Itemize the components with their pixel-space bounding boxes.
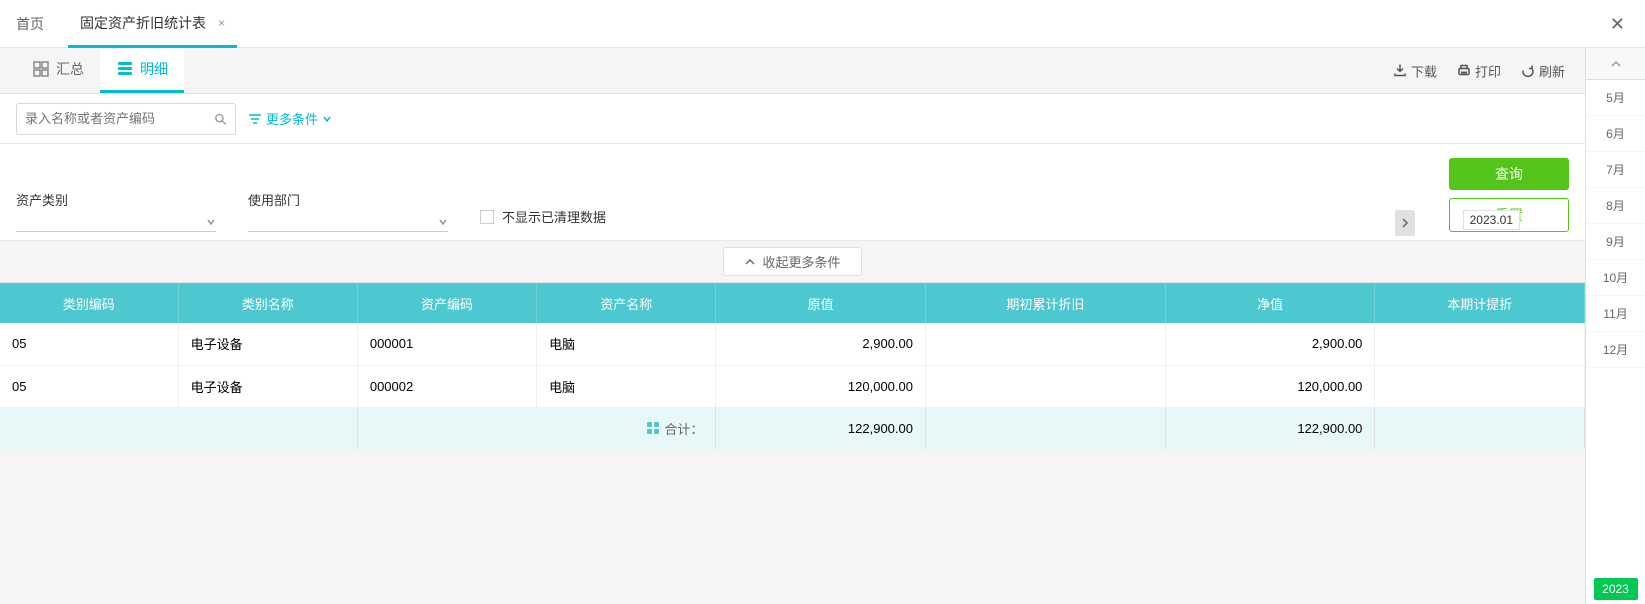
footer-total-initial-dep [926,407,1166,449]
table-row: 05 电子设备 000001 电脑 2,900.00 2,900.00 [0,323,1585,365]
row2-category-code: 05 [0,365,178,407]
search-wrap[interactable] [16,103,236,135]
th-net-value: 净值 [1165,283,1375,323]
download-icon [1393,64,1407,78]
tab-summary[interactable]: 汇总 [16,48,100,93]
more-filter-btn[interactable]: 更多条件 [248,109,332,128]
tabs-row: 汇总 明细 下载 打印 刷新 [0,48,1585,94]
hide-cleared-label: 不显示已清理数据 [502,207,606,226]
refresh-icon [1521,64,1535,78]
active-tab[interactable]: 固定资产折旧统计表 × [68,1,237,48]
row2-asset-name: 电脑 [537,365,716,407]
department-field: 使用部门 [248,190,448,232]
th-original-value: 原值 [716,283,926,323]
checkbox-box[interactable] [480,210,494,224]
timeline-month-6[interactable]: 6月 [1586,116,1645,152]
total-text: 合计： [664,419,703,438]
asset-category-field: 资产类别 [16,190,216,232]
asset-category-label: 资产类别 [16,190,216,209]
row1-category-name: 电子设备 [178,323,357,365]
table-container: 类别编码 类别名称 资产编码 资产名称 原值 期初累计折旧 净值 本期计提折 0… [0,283,1585,449]
department-chevron [438,217,448,227]
footer-total-current-dep [1375,407,1585,449]
table-header-row: 类别编码 类别名称 资产编码 资产名称 原值 期初累计折旧 净值 本期计提折 [0,283,1585,323]
filter-fields: 资产类别 使用部门 不显示已清理数据 查询 重置 [16,158,1569,232]
detail-icon [116,60,134,78]
department-select[interactable] [248,213,448,232]
home-link[interactable]: 首页 [16,14,44,34]
tabs-actions: 下载 打印 刷新 [1393,61,1565,80]
row1-current-dep [1375,323,1585,365]
row2-category-name: 电子设备 [178,365,357,407]
date-display: 2023.01 [1463,210,1520,230]
row1-original-value: 2,900.00 [716,323,926,365]
collapse-label: 收起更多条件 [762,252,840,271]
filter-icon [248,112,262,126]
asset-category-chevron [206,217,216,227]
th-category-name: 类别名称 [178,283,357,323]
th-current-depreciation: 本期计提折 [1375,283,1585,323]
th-category-code: 类别编码 [0,283,178,323]
tab-detail[interactable]: 明细 [100,48,184,93]
row2-current-dep [1375,365,1585,407]
footer-total-original: 122,900.00 [716,407,926,449]
timeline-month-8[interactable]: 8月 [1586,188,1645,224]
search-input[interactable] [25,111,206,126]
timeline-month-10[interactable]: 10月 [1586,260,1645,296]
row1-asset-code: 000001 [357,323,536,365]
total-icon [646,421,660,435]
row2-asset-code: 000002 [357,365,536,407]
side-panel-arrow[interactable] [1395,210,1415,236]
hide-cleared-checkbox[interactable]: 不显示已清理数据 [480,207,606,226]
collapse-button[interactable]: 收起更多条件 [723,247,861,276]
print-icon [1457,64,1471,78]
chevron-up-icon [1610,58,1622,70]
data-table: 类别编码 类别名称 资产编码 资产名称 原值 期初累计折旧 净值 本期计提折 0… [0,283,1585,449]
row2-original-value: 120,000.00 [716,365,926,407]
th-initial-depreciation: 期初累计折旧 [926,283,1166,323]
right-panel: 5月 6月 7月 8月 9月 10月 11月 12月 2023 [1585,48,1645,604]
timeline-month-5[interactable]: 5月 [1586,80,1645,116]
department-label: 使用部门 [248,190,448,209]
summary-icon [32,60,50,78]
row1-asset-name: 电脑 [537,323,716,365]
row1-initial-dep [926,323,1166,365]
row1-category-code: 05 [0,323,178,365]
th-asset-code: 资产编码 [357,283,536,323]
search-icon [214,112,227,126]
row2-net-value: 120,000.00 [1165,365,1375,407]
tab-detail-label: 明细 [140,59,168,79]
timeline-year-btn[interactable]: 2023 [1594,578,1638,600]
footer-total-net: 122,900.00 [1165,407,1375,449]
row1-net-value: 2,900.00 [1165,323,1375,365]
filter-row: 资产类别 使用部门 不显示已清理数据 查询 重置 [0,144,1585,241]
table-row: 05 电子设备 000002 电脑 120,000.00 120,000.00 [0,365,1585,407]
window-close-icon[interactable]: ✕ [1610,14,1625,35]
timeline-month-9[interactable]: 9月 [1586,224,1645,260]
table-footer-row: 合计： 122,900.00 122,900.00 [0,407,1585,449]
chevron-down-icon [322,114,332,124]
main-content: 汇总 明细 下载 打印 刷新 [0,48,1585,604]
row2-initial-dep [926,365,1166,407]
tab-close-icon[interactable]: × [218,16,225,30]
refresh-btn[interactable]: 刷新 [1521,61,1565,80]
timeline-month-7[interactable]: 7月 [1586,152,1645,188]
th-asset-name: 资产名称 [537,283,716,323]
collapse-bar: 收起更多条件 [0,241,1585,283]
download-btn[interactable]: 下载 [1393,61,1437,80]
search-row: 更多条件 [0,94,1585,144]
tab-title: 固定资产折旧统计表 [80,13,206,33]
total-label: 合计： [370,419,704,438]
query-button[interactable]: 查询 [1449,158,1569,190]
footer-empty1 [0,407,357,449]
tab-summary-label: 汇总 [56,59,84,79]
timeline-month-11[interactable]: 11月 [1586,296,1645,332]
timeline-month-12[interactable]: 12月 [1586,332,1645,368]
footer-label-cell: 合计： [357,407,716,449]
timeline-nav-up[interactable] [1586,48,1645,80]
collapse-icon [744,256,756,268]
top-nav: 首页 固定资产折旧统计表 × ✕ [0,0,1645,48]
asset-category-select[interactable] [16,213,216,232]
print-btn[interactable]: 打印 [1457,61,1501,80]
